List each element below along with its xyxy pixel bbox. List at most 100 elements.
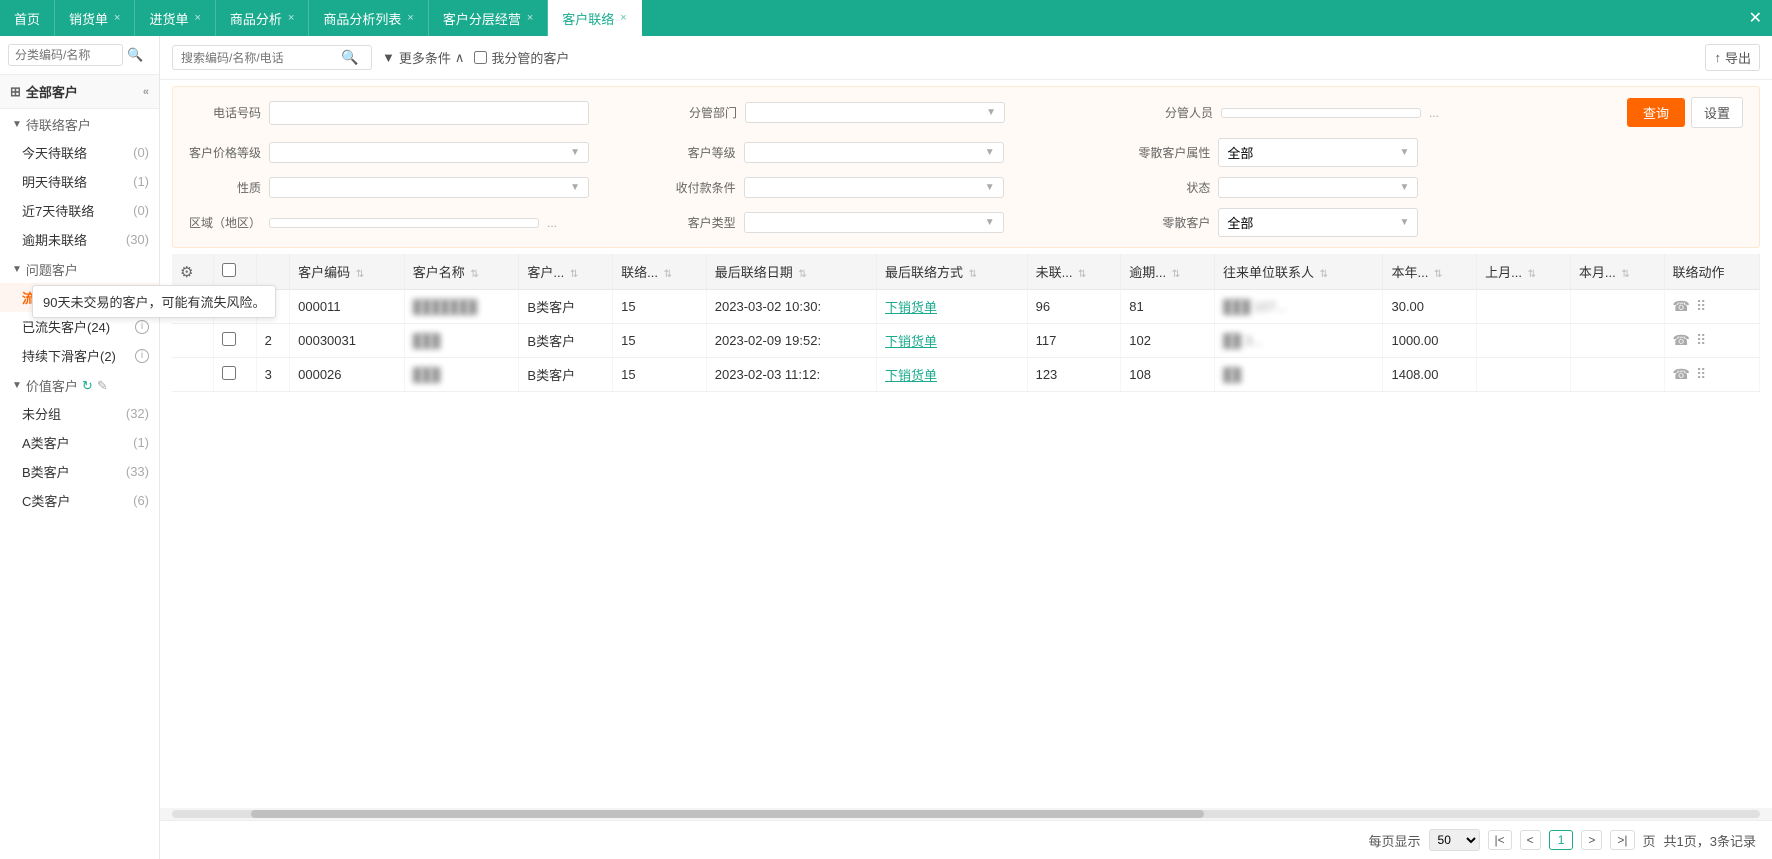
cell-cb-3[interactable]	[213, 358, 256, 392]
col-code[interactable]: 客户编码 ⇅	[290, 254, 405, 290]
tab-product-list-close[interactable]: ×	[407, 12, 413, 24]
cell-action-1: ☎ ⠿	[1664, 290, 1759, 324]
page-next-btn[interactable]: >	[1581, 830, 1602, 850]
col-name[interactable]: 客户名称 ⇅	[404, 254, 519, 290]
tab-product-analysis-close[interactable]: ×	[288, 12, 294, 24]
action-phone-icon-1[interactable]: ☎	[1673, 298, 1690, 315]
h-scrollbar-thumb[interactable]	[251, 810, 1204, 818]
h-scrollbar-container	[160, 808, 1772, 820]
table-settings-btn[interactable]: ⚙	[180, 263, 193, 281]
col-last-month[interactable]: 上月... ⇅	[1477, 254, 1571, 290]
query-btn[interactable]: 查询	[1627, 98, 1685, 127]
filter-select-nature[interactable]: ▼	[269, 177, 589, 198]
export-btn[interactable]: ↑ 导出	[1705, 44, 1760, 71]
tab-sales-close[interactable]: ×	[114, 12, 120, 24]
sidebar-search-input[interactable]	[8, 44, 123, 66]
tab-home[interactable]: 首页	[0, 0, 55, 36]
tab-customer-tier-close[interactable]: ×	[527, 12, 533, 24]
filter-input-phone[interactable]	[269, 101, 589, 125]
tab-product-analysis[interactable]: 商品分析 ×	[216, 0, 309, 36]
col-overdue[interactable]: 逾期... ⇅	[1121, 254, 1215, 290]
action-icons-2: ☎ ⠿	[1673, 332, 1751, 349]
filter-select-price-tier[interactable]: ▼	[269, 142, 589, 163]
my-customer-checkbox[interactable]	[474, 51, 487, 64]
col-type[interactable]: 客户... ⇅	[519, 254, 613, 290]
cell-unit-3: ██	[1214, 358, 1383, 392]
tab-sales[interactable]: 销货单 ×	[55, 0, 135, 36]
tab-customer-contact-close[interactable]: ×	[620, 12, 626, 24]
filter-select-retail-customer[interactable]: 全部 ▼	[1218, 208, 1418, 237]
sidebar-item-ungrouped[interactable]: 未分组 (32)	[0, 399, 159, 428]
sidebar-item-b-class[interactable]: B类客户 (33)	[0, 457, 159, 486]
col-unit-contact[interactable]: 往来单位联系人 ⇅	[1214, 254, 1383, 290]
link-way-2[interactable]: 下销货单	[885, 334, 937, 349]
col-contact[interactable]: 联络... ⇅	[613, 254, 707, 290]
sidebar-item-tomorrow-pending[interactable]: 明天待联络 (1)	[0, 167, 159, 196]
filter-select-payment[interactable]: ▼	[744, 177, 1004, 198]
sidebar-item-today-pending[interactable]: 今天待联络 (0)	[0, 138, 159, 167]
info-icon2[interactable]: i	[135, 349, 149, 363]
col-this-month[interactable]: 本月... ⇅	[1570, 254, 1664, 290]
my-customer-check[interactable]: 我分管的客户	[474, 48, 569, 67]
info-icon[interactable]: i	[135, 320, 149, 334]
filter-select-customer-type[interactable]: ▼	[744, 212, 1004, 233]
row-checkbox-2[interactable]	[222, 332, 236, 346]
filter-select-region[interactable]	[269, 218, 539, 228]
filter-more-manager[interactable]: ...	[1421, 106, 1447, 120]
churned-label: 已流失客户(24)	[22, 317, 110, 336]
col-this-year[interactable]: 本年... ⇅	[1383, 254, 1477, 290]
sidebar-section-value[interactable]: ▼ 价值客户 ↻ ✎	[0, 370, 159, 399]
tab-customer-tier[interactable]: 客户分层经营 ×	[429, 0, 548, 36]
sidebar-item-overdue-pending[interactable]: 逾期未联络 (30)	[0, 225, 159, 254]
sidebar-section-problem[interactable]: ▼ 问题客户	[0, 254, 159, 283]
tab-product-list[interactable]: 商品分析列表 ×	[309, 0, 428, 36]
cell-type-2: B类客户	[519, 324, 613, 358]
sidebar-section-pending[interactable]: ▼ 待联络客户	[0, 109, 159, 138]
filter-select-customer-tier[interactable]: ▼	[744, 142, 1004, 163]
filter-select-retail-attr[interactable]: 全部 ▼	[1218, 138, 1418, 167]
cell-way-2[interactable]: 下销货单	[877, 324, 1028, 358]
settings-btn[interactable]: 设置	[1691, 97, 1743, 128]
cell-way-1[interactable]: 下销货单	[877, 290, 1028, 324]
col-no-contact[interactable]: 未联... ⇅	[1027, 254, 1121, 290]
sidebar-item-declining[interactable]: 持续下滑客户(2) i	[0, 341, 159, 370]
sidebar-item-c-class[interactable]: C类客户 (6)	[0, 486, 159, 515]
filter-select-manager[interactable]	[1221, 108, 1421, 118]
refresh-icon[interactable]: ↻	[82, 378, 93, 394]
sidebar-item-a-class[interactable]: A类客户 (1)	[0, 428, 159, 457]
cell-cb-2[interactable]	[213, 324, 256, 358]
filter-label: 更多条件	[399, 48, 451, 67]
sidebar-search-icon[interactable]: 🔍	[127, 47, 143, 63]
filter-select-status[interactable]: ▼	[1218, 177, 1418, 198]
tab-purchase-close[interactable]: ×	[194, 12, 200, 24]
row-checkbox-3[interactable]	[222, 366, 236, 380]
action-more-icon-3[interactable]: ⠿	[1696, 366, 1706, 383]
edit-icon[interactable]: ✎	[97, 378, 108, 394]
search-submit-icon[interactable]: 🔍	[341, 49, 358, 66]
link-way-1[interactable]: 下销货单	[885, 300, 937, 315]
cell-no-contact-3: 123	[1027, 358, 1121, 392]
action-phone-icon-2[interactable]: ☎	[1673, 332, 1690, 349]
page-last-btn[interactable]: >|	[1610, 830, 1634, 850]
table-header-row: ⚙ 客户编码 ⇅ 客户名称 ⇅ 客户... ⇅ 联络... ⇅ 最后联络日期 ⇅…	[172, 254, 1760, 290]
select-all-checkbox[interactable]	[222, 263, 236, 277]
cell-way-3[interactable]: 下销货单	[877, 358, 1028, 392]
filter-btn[interactable]: ▼ 更多条件 ∧	[382, 48, 464, 67]
search-input[interactable]	[181, 51, 341, 65]
action-more-icon-2[interactable]: ⠿	[1696, 332, 1706, 349]
page-prev-btn[interactable]: <	[1520, 830, 1541, 850]
tab-purchase[interactable]: 进货单 ×	[135, 0, 215, 36]
sidebar-all-customers[interactable]: ⊞ 全部客户 «	[0, 75, 159, 109]
window-close-btn[interactable]: ✕	[1749, 8, 1762, 28]
col-last-contact-date[interactable]: 最后联络日期 ⇅	[706, 254, 876, 290]
filter-more-region[interactable]: ...	[539, 216, 565, 230]
tab-customer-contact[interactable]: 客户联络 ×	[548, 0, 641, 36]
col-last-contact-way[interactable]: 最后联络方式 ⇅	[877, 254, 1028, 290]
link-way-3[interactable]: 下销货单	[885, 368, 937, 383]
action-phone-icon-3[interactable]: ☎	[1673, 366, 1690, 383]
action-more-icon-1[interactable]: ⠿	[1696, 298, 1706, 315]
sidebar-item-week-pending[interactable]: 近7天待联络 (0)	[0, 196, 159, 225]
page-first-btn[interactable]: |<	[1488, 830, 1512, 850]
filter-select-dept[interactable]: ▼	[745, 102, 1005, 123]
per-page-select[interactable]: 50 20 100	[1429, 829, 1480, 851]
